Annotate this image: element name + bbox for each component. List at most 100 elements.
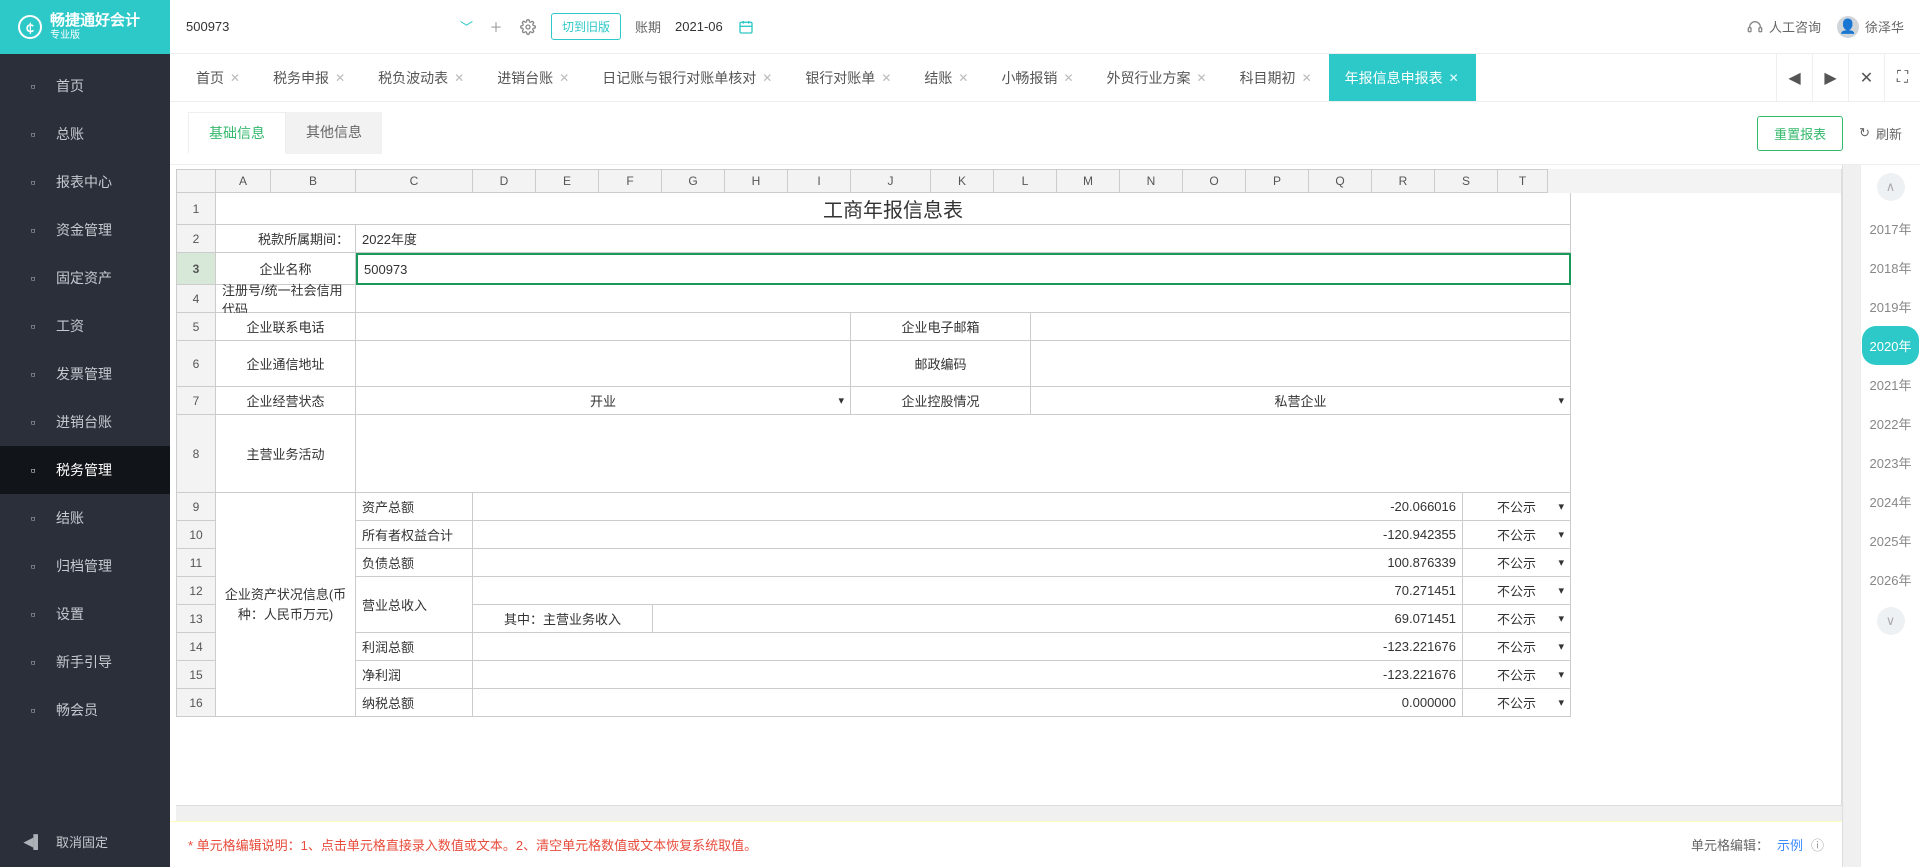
tab-4[interactable]: 日记账与银行对账单核对✕ <box>586 54 789 101</box>
col-header-K[interactable]: K <box>931 169 994 193</box>
year-2017年[interactable]: 2017年 <box>1862 209 1920 248</box>
col-header-J[interactable]: J <box>851 169 931 193</box>
col-header-B[interactable]: B <box>271 169 356 193</box>
value-total-liab[interactable]: 100.876339 <box>473 549 1463 577</box>
value-total-assets[interactable]: -20.066016 <box>473 493 1463 521</box>
input-address[interactable] <box>356 341 851 387</box>
consult-button[interactable]: 人工咨询 <box>1747 17 1821 36</box>
input-phone[interactable] <box>356 313 851 341</box>
year-2021年[interactable]: 2021年 <box>1862 365 1920 404</box>
tab-9[interactable]: 科目期初✕ <box>1224 54 1329 101</box>
select-publicity[interactable]: 不公示 <box>1463 605 1571 633</box>
select-publicity[interactable]: 不公示 <box>1463 577 1571 605</box>
row-header[interactable]: 9 <box>176 493 216 521</box>
col-header-C[interactable]: C <box>356 169 473 193</box>
row-header[interactable]: 4 <box>176 285 216 313</box>
unpin-button[interactable]: ◀▌ 取消固定 <box>0 816 170 867</box>
tab-0[interactable]: 首页✕ <box>180 54 257 101</box>
select-publicity[interactable]: 不公示 <box>1463 521 1571 549</box>
col-header-R[interactable]: R <box>1372 169 1435 193</box>
sidebar-item-3[interactable]: ▫资金管理 <box>0 206 170 254</box>
col-header-N[interactable]: N <box>1120 169 1183 193</box>
select-publicity[interactable]: 不公示 <box>1463 493 1571 521</box>
row-header[interactable]: 5 <box>176 313 216 341</box>
close-icon[interactable]: ✕ <box>762 71 772 85</box>
tabs-close-all[interactable]: ✕ <box>1848 54 1884 101</box>
select-biz-status[interactable]: 开业 <box>356 387 851 415</box>
example-link[interactable]: 示例 <box>1777 835 1803 854</box>
row-header[interactable]: 6 <box>176 341 216 387</box>
value-owner-equity[interactable]: -120.942355 <box>473 521 1463 549</box>
vertical-scrollbar[interactable] <box>1842 165 1860 867</box>
row-header[interactable]: 2 <box>176 225 216 253</box>
horizontal-scrollbar[interactable] <box>176 805 1842 821</box>
value-net-profit[interactable]: -123.221676 <box>473 661 1463 689</box>
gear-icon[interactable] <box>519 18 537 36</box>
close-icon[interactable]: ✕ <box>335 71 345 85</box>
col-header-O[interactable]: O <box>1183 169 1246 193</box>
sidebar-item-9[interactable]: ▫结账 <box>0 494 170 542</box>
year-prev[interactable]: ∧ <box>1877 173 1905 201</box>
sidebar-item-12[interactable]: ▫新手引导 <box>0 638 170 686</box>
col-header-H[interactable]: H <box>725 169 788 193</box>
tab-8[interactable]: 外贸行业方案✕ <box>1091 54 1224 101</box>
row-header[interactable]: 8 <box>176 415 216 493</box>
tab-3[interactable]: 进销台账✕ <box>481 54 586 101</box>
tab-6[interactable]: 结账✕ <box>908 54 985 101</box>
col-header-E[interactable]: E <box>536 169 599 193</box>
close-icon[interactable]: ✕ <box>559 71 569 85</box>
select-publicity[interactable]: 不公示 <box>1463 689 1571 717</box>
row-header[interactable]: 13 <box>176 605 216 633</box>
row-header[interactable]: 10 <box>176 521 216 549</box>
year-2025年[interactable]: 2025年 <box>1862 521 1920 560</box>
period-value[interactable]: 2021-06 <box>675 19 723 34</box>
plus-icon[interactable]: ＋ <box>487 18 505 36</box>
value-total-profit[interactable]: -123.221676 <box>473 633 1463 661</box>
subtab-other[interactable]: 其他信息 <box>286 112 382 154</box>
year-next[interactable]: ∨ <box>1877 607 1905 635</box>
close-icon[interactable]: ✕ <box>1063 71 1073 85</box>
sidebar-item-7[interactable]: ▫进销台账 <box>0 398 170 446</box>
year-2020年[interactable]: 2020年 <box>1862 326 1920 365</box>
select-holding[interactable]: 私营企业 <box>1031 387 1571 415</box>
row-header[interactable]: 11 <box>176 549 216 577</box>
tab-5[interactable]: 银行对账单✕ <box>789 54 908 101</box>
close-icon[interactable]: ✕ <box>1197 71 1207 85</box>
col-header-T[interactable]: T <box>1498 169 1548 193</box>
org-selector[interactable]: 500973 <box>186 19 446 34</box>
tabs-prev[interactable]: ◀ <box>1776 54 1812 101</box>
spreadsheet[interactable]: ABCDEFGHIJKLMNOPQRST 1 工商年报信息表 2 税款所属期间：… <box>176 169 1842 805</box>
input-company-name[interactable]: 500973 <box>356 253 1571 285</box>
close-icon[interactable]: ✕ <box>1449 71 1459 85</box>
col-header-Q[interactable]: Q <box>1309 169 1372 193</box>
row-header[interactable]: 1 <box>176 193 216 225</box>
reset-report-button[interactable]: 重置报表 <box>1757 116 1843 151</box>
input-main-activity[interactable] <box>356 415 1571 493</box>
year-2023年[interactable]: 2023年 <box>1862 443 1920 482</box>
sidebar-item-10[interactable]: ▫归档管理 <box>0 542 170 590</box>
col-header-P[interactable]: P <box>1246 169 1309 193</box>
sidebar-item-0[interactable]: ▫首页 <box>0 62 170 110</box>
year-2024年[interactable]: 2024年 <box>1862 482 1920 521</box>
row-header[interactable]: 12 <box>176 577 216 605</box>
value-rev2[interactable]: 69.071451 <box>653 605 1463 633</box>
select-publicity[interactable]: 不公示 <box>1463 549 1571 577</box>
year-2018年[interactable]: 2018年 <box>1862 248 1920 287</box>
col-header-D[interactable]: D <box>473 169 536 193</box>
input-reg-code[interactable] <box>356 285 1571 313</box>
close-icon[interactable]: ✕ <box>958 71 968 85</box>
row-header[interactable]: 15 <box>176 661 216 689</box>
tab-1[interactable]: 税务申报✕ <box>257 54 362 101</box>
col-header-M[interactable]: M <box>1057 169 1120 193</box>
col-header-A[interactable]: A <box>216 169 271 193</box>
old-version-button[interactable]: 切到旧版 <box>551 13 621 40</box>
tabs-next[interactable]: ▶ <box>1812 54 1848 101</box>
col-header-S[interactable]: S <box>1435 169 1498 193</box>
col-header-F[interactable]: F <box>599 169 662 193</box>
year-2026年[interactable]: 2026年 <box>1862 560 1920 599</box>
year-2019年[interactable]: 2019年 <box>1862 287 1920 326</box>
sidebar-item-13[interactable]: ▫畅会员 <box>0 686 170 734</box>
value-rev1[interactable]: 70.271451 <box>473 577 1463 605</box>
sidebar-item-11[interactable]: ▫设置 <box>0 590 170 638</box>
sidebar-item-8[interactable]: ▫税务管理 <box>0 446 170 494</box>
